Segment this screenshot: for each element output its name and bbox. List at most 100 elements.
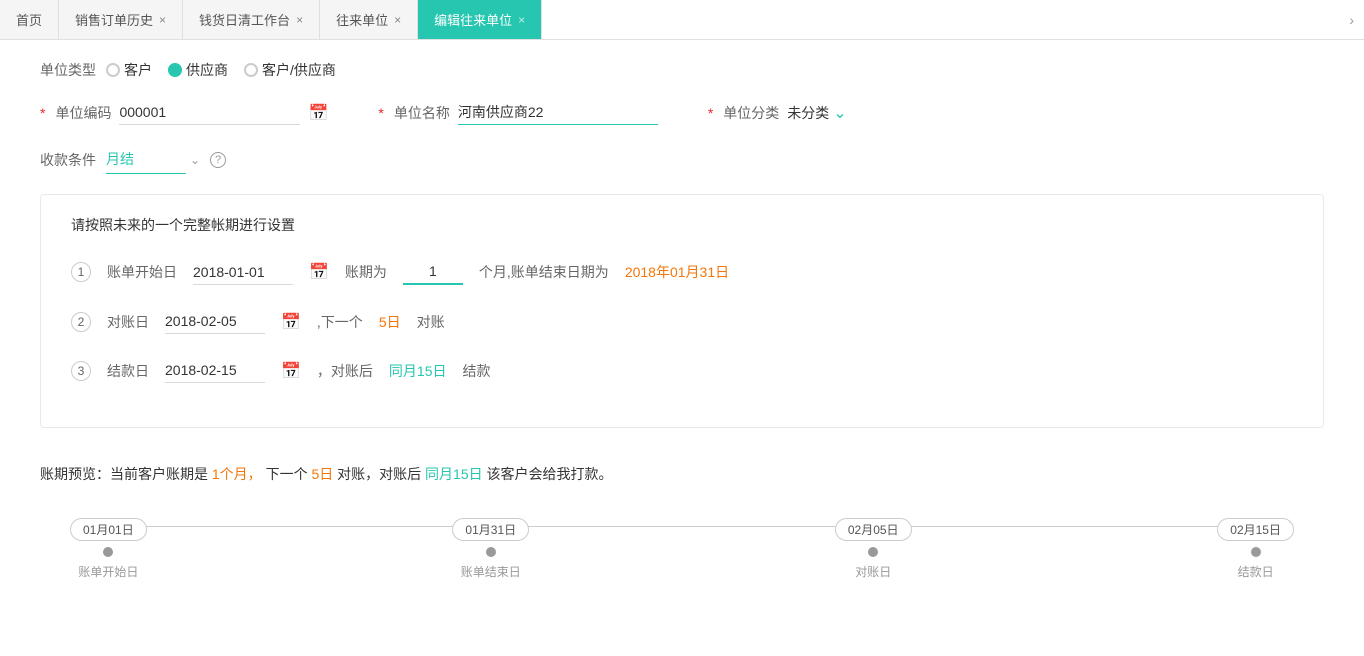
- preview-mid1: 下一个: [266, 466, 308, 482]
- unit-category-label: 单位分类: [723, 103, 779, 123]
- preview-text: 账期预览：当前客户账期是 1个月， 下一个 5日 对账，对账后 同月15日 该客…: [40, 464, 1324, 484]
- payment-prefix: ，对账后: [317, 361, 373, 381]
- unit-type-row: 单位类型 客户 供应商 客户/供应商: [40, 60, 1324, 80]
- timeline-node-3: 02月05日 对账日: [835, 518, 912, 580]
- payment-terms-help-icon[interactable]: ?: [210, 152, 226, 168]
- radio-both-circle: [244, 63, 258, 77]
- radio-customer[interactable]: 客户: [106, 60, 152, 80]
- preview-mid2: 对账，对账后: [337, 466, 421, 482]
- tab-cashflow-close[interactable]: ×: [296, 13, 303, 27]
- unit-code-label: 单位编码: [55, 103, 111, 123]
- period-label: 账期为: [345, 262, 387, 282]
- timeline-container: 01月01日 账单开始日 01月31日 账单结束日 02月05日: [40, 508, 1324, 620]
- tab-counterparty-label: 往来单位: [336, 10, 388, 29]
- tab-sales-history-close[interactable]: ×: [159, 13, 166, 27]
- unit-category-chevron-icon[interactable]: ⌄: [833, 103, 846, 123]
- start-date-calendar-icon[interactable]: 📅: [309, 262, 329, 282]
- reconciliation-highlight: 5日: [379, 312, 401, 332]
- reconciliation-calendar-icon[interactable]: 📅: [281, 312, 301, 332]
- tab-cashflow-label: 钱货日清工作台: [199, 10, 290, 29]
- payment-terms-label: 收款条件: [40, 150, 96, 170]
- start-date-label: 账单开始日: [107, 262, 177, 282]
- unit-category-dropdown[interactable]: 未分类 ⌄: [787, 103, 907, 123]
- payment-suffix: 结款: [463, 361, 491, 381]
- tab-counterparty-close[interactable]: ×: [394, 13, 401, 27]
- settings-section: 请按照未来的一个完整帐期进行设置 1 账单开始日 📅 账期为 个月,账单结束日期…: [40, 194, 1324, 428]
- preview-prefix: 账期预览：当前客户账期是: [40, 466, 208, 482]
- tab-cashflow[interactable]: 钱货日清工作台 ×: [183, 0, 320, 39]
- node-dot-1: [103, 547, 113, 557]
- preview-highlight3: 同月15日: [425, 466, 483, 482]
- unit-category-required: *: [708, 105, 713, 121]
- node-badge-4: 02月15日: [1217, 518, 1294, 541]
- node-badge-3: 02月05日: [835, 518, 912, 541]
- timeline-node-4: 02月15日 结款日: [1217, 518, 1294, 580]
- period-unit-label: 个月,账单结束日期为: [479, 262, 609, 282]
- period-value-input[interactable]: [403, 259, 463, 285]
- node-badge-1: 01月01日: [70, 518, 147, 541]
- unit-name-input[interactable]: [458, 100, 658, 125]
- node-dot-4: [1251, 547, 1261, 557]
- node-label-1: 账单开始日: [78, 563, 138, 580]
- payment-calendar-icon[interactable]: 📅: [281, 361, 301, 381]
- reconciliation-suffix: 对账: [417, 312, 445, 332]
- unit-name-required: *: [378, 105, 383, 121]
- reconciliation-date-input[interactable]: [165, 309, 265, 334]
- unit-category-field: * 单位分类 未分类 ⌄: [708, 103, 907, 123]
- tab-expand-button[interactable]: ›: [1339, 0, 1364, 39]
- row-number-3: 3: [71, 361, 91, 381]
- tab-edit-counterparty-close[interactable]: ×: [518, 13, 525, 27]
- payment-date-input[interactable]: [165, 358, 265, 383]
- row-number-1: 1: [71, 262, 91, 282]
- preview-highlight2: 5日: [311, 466, 333, 482]
- reconciliation-prefix: ,下一个: [317, 312, 363, 332]
- payment-terms-value: 月结: [106, 145, 186, 174]
- timeline-nodes: 01月01日 账单开始日 01月31日 账单结束日 02月05日: [70, 518, 1294, 580]
- unit-type-label: 单位类型: [40, 60, 96, 80]
- unit-code-calendar-icon[interactable]: 📅: [308, 103, 328, 123]
- start-date-row: 1 账单开始日 📅 账期为 个月,账单结束日期为 2018年01月31日: [71, 259, 1293, 285]
- unit-info-row: * 单位编码 📅 * 单位名称 * 单位分类 未分类 ⌄: [40, 100, 1324, 125]
- unit-name-label: 单位名称: [394, 103, 450, 123]
- row-number-2: 2: [71, 312, 91, 332]
- period-end-date: 2018年01月31日: [625, 262, 729, 282]
- payment-date-row: 3 结款日 📅 ，对账后 同月15日 结款: [71, 358, 1293, 383]
- main-content: 单位类型 客户 供应商 客户/供应商 * 单位编码 📅 * 单位名称: [0, 40, 1364, 656]
- tab-home[interactable]: 首页: [0, 0, 59, 39]
- unit-name-field: * 单位名称: [378, 100, 657, 125]
- payment-label: 结款日: [107, 361, 149, 381]
- tab-edit-counterparty-label: 编辑往来单位: [434, 10, 512, 29]
- node-label-3: 对账日: [855, 563, 891, 580]
- payment-highlight: 同月15日: [389, 361, 447, 381]
- payment-terms-row: 收款条件 月结 ⌄ ?: [40, 145, 1324, 174]
- payment-terms-select[interactable]: 月结 ⌄: [106, 145, 200, 174]
- tab-counterparty[interactable]: 往来单位 ×: [320, 0, 418, 39]
- node-label-4: 结款日: [1238, 563, 1274, 580]
- node-label-2: 账单结束日: [461, 563, 521, 580]
- tab-edit-counterparty[interactable]: 编辑往来单位 ×: [418, 0, 542, 39]
- preview-suffix: 该客户会给我打款。: [487, 466, 613, 482]
- radio-supplier[interactable]: 供应商: [168, 60, 228, 80]
- radio-customer-label: 客户: [124, 60, 152, 80]
- node-dot-3: [868, 547, 878, 557]
- radio-customer-circle: [106, 63, 120, 77]
- unit-type-radio-group: 客户 供应商 客户/供应商: [106, 60, 336, 80]
- node-dot-2: [486, 547, 496, 557]
- tab-sales-history-label: 销售订单历史: [75, 10, 153, 29]
- node-badge-2: 01月31日: [452, 518, 529, 541]
- tab-bar: 首页 销售订单历史 × 钱货日清工作台 × 往来单位 × 编辑往来单位 × ›: [0, 0, 1364, 40]
- radio-both-label: 客户/供应商: [262, 60, 336, 80]
- start-date-input[interactable]: [193, 260, 293, 285]
- unit-code-field: * 单位编码 📅: [40, 100, 328, 125]
- radio-supplier-circle: [168, 63, 182, 77]
- unit-category-value: 未分类: [787, 103, 829, 123]
- payment-terms-chevron-icon[interactable]: ⌄: [190, 153, 200, 167]
- tab-home-label: 首页: [16, 10, 42, 29]
- preview-highlight1: 1个月，: [212, 466, 262, 482]
- unit-code-input[interactable]: [119, 100, 300, 125]
- reconciliation-label: 对账日: [107, 312, 149, 332]
- radio-both[interactable]: 客户/供应商: [244, 60, 336, 80]
- timeline-node-1: 01月01日 账单开始日: [70, 518, 147, 580]
- radio-supplier-label: 供应商: [186, 60, 228, 80]
- tab-sales-history[interactable]: 销售订单历史 ×: [59, 0, 183, 39]
